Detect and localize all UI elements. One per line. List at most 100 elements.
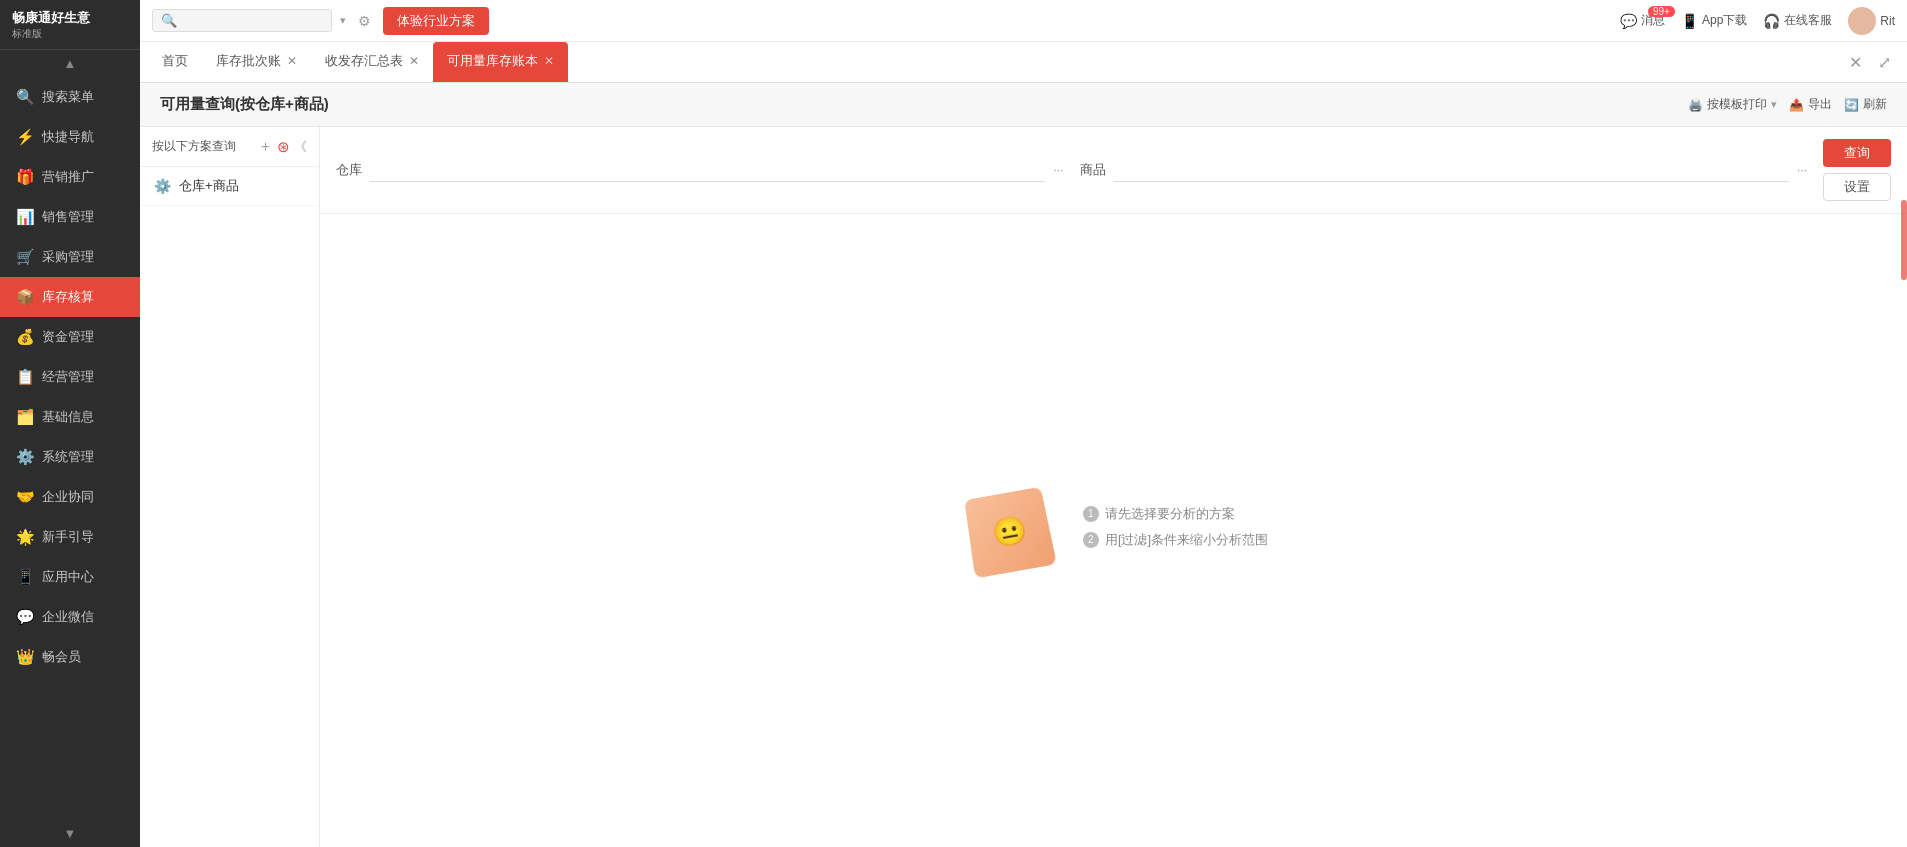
scroll-down-btn[interactable]: ▼ bbox=[0, 820, 140, 847]
refresh-button[interactable]: 🔄 刷新 bbox=[1844, 96, 1887, 113]
goods-filter-more[interactable]: ··· bbox=[1797, 163, 1807, 177]
sidebar-item-apps[interactable]: 📱 应用中心 bbox=[0, 557, 140, 597]
operation-icon: 📋 bbox=[16, 368, 34, 386]
scroll-up-btn[interactable]: ▲ bbox=[0, 50, 140, 77]
headset-icon: 🎧 bbox=[1763, 13, 1780, 29]
sidebar-brand: 畅康通好生意 标准版 bbox=[0, 0, 140, 50]
close-icon[interactable]: ✕ bbox=[409, 54, 419, 68]
sidebar-item-finance[interactable]: 💰 资金管理 bbox=[0, 317, 140, 357]
tab-collect-summary[interactable]: 收发存汇总表 ✕ bbox=[311, 42, 433, 82]
message-count: 99+ bbox=[1648, 6, 1675, 17]
left-panel-header-actions: ＋ ⊛ 《 bbox=[258, 137, 307, 156]
sidebar-item-system[interactable]: ⚙️ 系统管理 bbox=[0, 437, 140, 477]
basic-icon: 🗂️ bbox=[16, 408, 34, 426]
gear-icon[interactable]: ⚙ bbox=[358, 13, 371, 29]
sidebar-item-newbie[interactable]: 🌟 新手引导 bbox=[0, 517, 140, 557]
page-header-actions: 🖨️ 按模板打印 ▾ 📤 导出 🔄 刷新 bbox=[1688, 96, 1887, 113]
search-icon: 🔍 bbox=[16, 88, 34, 106]
tab-available-ledger[interactable]: 可用量库存账本 ✕ bbox=[433, 42, 568, 82]
print-button[interactable]: 🖨️ 按模板打印 ▾ bbox=[1688, 96, 1777, 113]
search-input[interactable] bbox=[183, 14, 303, 28]
search-box[interactable]: 🔍 bbox=[152, 9, 332, 32]
filter-actions: 查询 设置 bbox=[1823, 139, 1891, 201]
message-icon: 💬 bbox=[1620, 13, 1637, 29]
user-menu[interactable]: Rit bbox=[1848, 7, 1895, 35]
industry-solution-button[interactable]: 体验行业方案 bbox=[383, 7, 489, 35]
add-scheme-button[interactable]: ＋ bbox=[258, 137, 273, 156]
warehouse-filter-more[interactable]: ··· bbox=[1053, 163, 1063, 177]
step2-num: 2 bbox=[1083, 532, 1099, 548]
left-panel: 按以下方案查询 ＋ ⊛ 《 ⚙️ 仓库+商品 bbox=[140, 127, 320, 847]
sidebar-item-wechat[interactable]: 💬 企业微信 bbox=[0, 597, 140, 637]
search-icon-topbar: 🔍 bbox=[161, 13, 177, 28]
sidebar-item-basic[interactable]: 🗂️ 基础信息 bbox=[0, 397, 140, 437]
refresh-icon: 🔄 bbox=[1844, 98, 1859, 112]
step1-num: 1 bbox=[1083, 506, 1099, 522]
sales-icon: 📊 bbox=[16, 208, 34, 226]
warehouse-filter-input[interactable] bbox=[370, 158, 1045, 182]
wechat-icon: 💬 bbox=[16, 608, 34, 626]
printer-icon: 🖨️ bbox=[1688, 98, 1703, 112]
export-button[interactable]: 📤 导出 bbox=[1789, 96, 1832, 113]
avatar bbox=[1848, 7, 1876, 35]
sidebar-item-sales[interactable]: 📊 销售管理 bbox=[0, 197, 140, 237]
sidebar-item-operation[interactable]: 📋 经营管理 bbox=[0, 357, 140, 397]
app-icon: 📱 bbox=[1681, 13, 1698, 29]
expand-tabs-button[interactable]: ⤢ bbox=[1870, 49, 1899, 76]
sidebar-item-member[interactable]: 👑 畅会员 bbox=[0, 637, 140, 677]
chevron-down-icon[interactable]: ▾ bbox=[340, 14, 346, 27]
message-badge[interactable]: 💬 消息 99+ bbox=[1620, 12, 1665, 29]
filter-warehouse: 仓库 ··· bbox=[336, 158, 1064, 182]
topbar: 🔍 ▾ ⚙ 体验行业方案 💬 消息 99+ 📱 App下载 🎧 在线客服 Rit bbox=[140, 0, 1907, 42]
settings-button[interactable]: 设置 bbox=[1823, 173, 1891, 201]
page-title: 可用量查询(按仓库+商品) bbox=[160, 95, 329, 114]
close-icon[interactable]: ✕ bbox=[544, 54, 554, 68]
system-icon: ⚙️ bbox=[16, 448, 34, 466]
app-download-btn[interactable]: 📱 App下载 bbox=[1681, 12, 1747, 29]
goods-filter-label: 商品 bbox=[1080, 161, 1106, 179]
settings-scheme-button[interactable]: ⊛ bbox=[277, 138, 290, 156]
empty-text: 1 请先选择要分析的方案 2 用[过滤]条件来缩小分析范围 bbox=[1083, 505, 1268, 557]
username-label: Rit bbox=[1880, 14, 1895, 28]
empty-state: 😐 1 请先选择要分析的方案 2 用[过滤]条件来缩小分析范围 bbox=[320, 214, 1907, 847]
right-panel: 仓库 ··· 商品 ··· 查询 设置 😐 bbox=[320, 127, 1907, 847]
tab-batch-account[interactable]: 库存批次账 ✕ bbox=[202, 42, 311, 82]
apps-icon: 📱 bbox=[16, 568, 34, 586]
main-area: 🔍 ▾ ⚙ 体验行业方案 💬 消息 99+ 📱 App下载 🎧 在线客服 Rit bbox=[140, 0, 1907, 847]
sidebar-item-cooperation[interactable]: 🤝 企业协同 bbox=[0, 477, 140, 517]
topbar-right: 💬 消息 99+ 📱 App下载 🎧 在线客服 Rit bbox=[1620, 7, 1895, 35]
chevron-down-icon[interactable]: ▾ bbox=[1771, 98, 1777, 111]
query-button[interactable]: 查询 bbox=[1823, 139, 1891, 167]
sidebar-item-shortcut[interactable]: ⚡ 快捷导航 bbox=[0, 117, 140, 157]
cooperation-icon: 🤝 bbox=[16, 488, 34, 506]
sidebar-item-inventory[interactable]: 📦 库存核算 bbox=[0, 277, 140, 317]
export-icon: 📤 bbox=[1789, 98, 1804, 112]
tabs-bar: 首页 库存批次账 ✕ 收发存汇总表 ✕ 可用量库存账本 ✕ ✕ ⤢ bbox=[140, 42, 1907, 83]
warehouse-filter-label: 仓库 bbox=[336, 161, 362, 179]
sidebar-scroll: 🔍 搜索菜单 ⚡ 快捷导航 🎁 营销推广 📊 销售管理 🛒 采购管理 📦 库存核… bbox=[0, 77, 140, 820]
empty-illustration: 😐 bbox=[959, 481, 1059, 581]
finance-icon: 💰 bbox=[16, 328, 34, 346]
sidebar-item-marketing[interactable]: 🎁 营销推广 bbox=[0, 157, 140, 197]
close-icon[interactable]: ✕ bbox=[287, 54, 297, 68]
content-area: 按以下方案查询 ＋ ⊛ 《 ⚙️ 仓库+商品 仓库 ··· bbox=[140, 127, 1907, 847]
scheme-icon: ⚙️ bbox=[154, 178, 171, 194]
newbie-icon: 🌟 bbox=[16, 528, 34, 546]
brand-sub: 标准版 bbox=[12, 27, 128, 41]
close-all-tabs-button[interactable]: ✕ bbox=[1841, 49, 1870, 76]
scrollbar-thumb[interactable] bbox=[1901, 200, 1907, 280]
left-panel-header: 按以下方案查询 ＋ ⊛ 《 bbox=[140, 127, 319, 167]
sidebar: 畅康通好生意 标准版 ▲ 🔍 搜索菜单 ⚡ 快捷导航 🎁 营销推广 📊 销售管理… bbox=[0, 0, 140, 847]
goods-filter-input[interactable] bbox=[1114, 158, 1789, 182]
collapse-panel-button[interactable]: 《 bbox=[294, 138, 307, 156]
tab-home[interactable]: 首页 bbox=[148, 42, 202, 82]
member-icon: 👑 bbox=[16, 648, 34, 666]
empty-face-icon: 😐 bbox=[989, 512, 1029, 550]
online-service-btn[interactable]: 🎧 在线客服 bbox=[1763, 12, 1832, 29]
scheme-item-warehouse-goods[interactable]: ⚙️ 仓库+商品 bbox=[140, 167, 319, 206]
sidebar-item-purchase[interactable]: 🛒 采购管理 bbox=[0, 237, 140, 277]
empty-box-graphic: 😐 bbox=[964, 486, 1057, 578]
inventory-icon: 📦 bbox=[16, 288, 34, 306]
sidebar-item-search[interactable]: 🔍 搜索菜单 bbox=[0, 77, 140, 117]
filter-bar: 仓库 ··· 商品 ··· 查询 设置 bbox=[320, 127, 1907, 214]
